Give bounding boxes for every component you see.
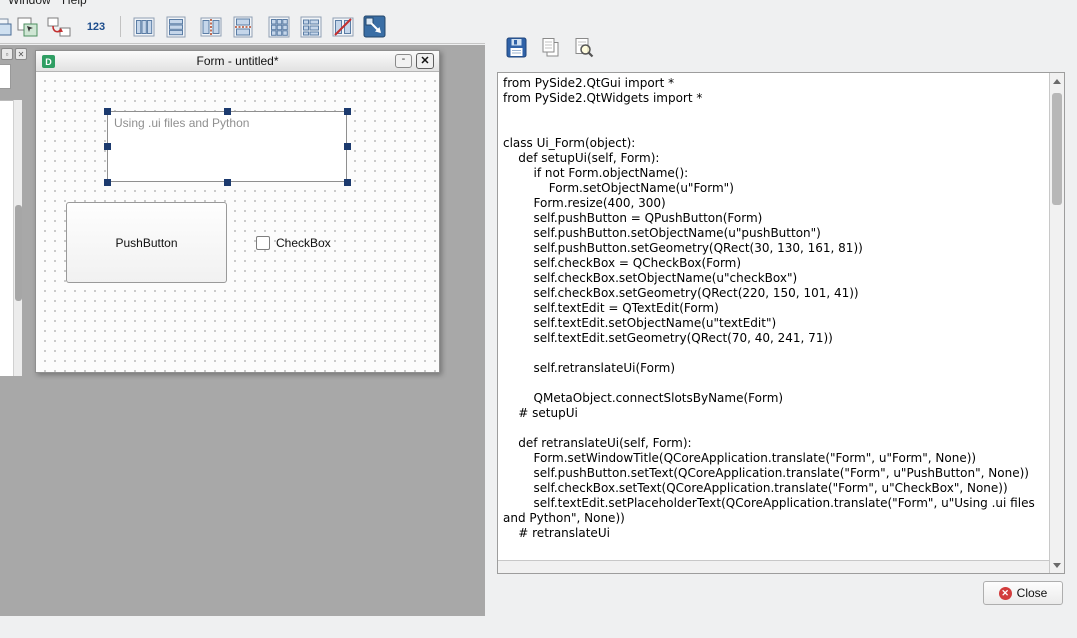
break-layout-icon: [331, 15, 355, 39]
generated-python-code: from PySide2.QtGui import * from PySide2…: [498, 73, 1049, 560]
form-window-title: Form - untitled*: [36, 54, 439, 68]
copy-icon: [539, 36, 562, 59]
layout-horizontally-button[interactable]: [130, 13, 157, 40]
textedit-placeholder: Using .ui files and Python: [108, 112, 346, 134]
copy-code-button[interactable]: [537, 34, 563, 60]
form-window-titlebar[interactable]: D Form - untitled* - ✕: [36, 51, 439, 72]
qt-designer-window: Window Help 123: [0, 0, 1077, 638]
edit-widgets-icon: [16, 15, 40, 39]
selection-handle-middle-right[interactable]: [344, 143, 351, 150]
selection-handle-bottom-middle[interactable]: [224, 179, 231, 186]
close-dialog-button[interactable]: ✕ Close: [983, 581, 1063, 605]
code-horizontal-scrollbar[interactable]: [498, 560, 1049, 573]
code-vertical-scrollbar[interactable]: [1049, 73, 1064, 573]
edit-signals-slots-icon: [46, 15, 72, 39]
layout-vertical-splitter-icon: [231, 15, 255, 39]
dock-close-button[interactable]: ✕: [15, 48, 27, 60]
layout-grid-icon: [267, 15, 291, 39]
break-layout-button[interactable]: [329, 13, 356, 40]
layout-vertically-splitter-button[interactable]: [229, 13, 256, 40]
code-view[interactable]: from PySide2.QtGui import * from PySide2…: [497, 72, 1065, 574]
layout-horizontally-splitter-button[interactable]: [197, 13, 224, 40]
selection-handle-middle-left[interactable]: [104, 143, 111, 150]
close-circle-icon: ✕: [999, 587, 1012, 600]
checkbox-indicator[interactable]: [256, 236, 270, 250]
find-in-code-button[interactable]: [570, 34, 596, 60]
pushbutton-label: PushButton: [115, 236, 177, 250]
edit-tab-order-icon: 123: [87, 21, 105, 33]
toolbar-separator: [120, 16, 121, 37]
textedit-widget[interactable]: Using .ui files and Python: [107, 111, 347, 182]
layout-form-icon: [299, 15, 323, 39]
widgetbox-scrollbar[interactable]: [13, 100, 22, 376]
widgetbox-scrollbar-slider[interactable]: [15, 205, 22, 301]
edit-widgets-partial-button[interactable]: [0, 13, 15, 40]
adjust-size-icon: [362, 14, 387, 39]
form-close-button[interactable]: ✕: [416, 53, 434, 69]
dock-float-button[interactable]: ▫: [1, 48, 13, 60]
selection-handle-top-right[interactable]: [344, 108, 351, 115]
layout-horizontal-icon: [132, 15, 156, 39]
float-icon: ▫: [6, 50, 9, 59]
close-button-label: Close: [1017, 586, 1048, 600]
layout-horizontal-splitter-icon: [199, 15, 223, 39]
form-editor-window: D Form - untitled* - ✕ Using .ui files a…: [35, 50, 440, 373]
adjust-size-button[interactable]: [361, 13, 388, 40]
bottom-panel-strip: <resource root>: [0, 616, 1077, 638]
selection-handle-bottom-left[interactable]: [104, 179, 111, 186]
scrollbar-slider[interactable]: [1052, 93, 1062, 205]
selection-handle-top-left[interactable]: [104, 108, 111, 115]
pushbutton-widget[interactable]: PushButton: [66, 202, 227, 283]
edit-tab-order-button[interactable]: 123: [80, 13, 112, 40]
edit-widgets-button[interactable]: [14, 13, 41, 40]
scrollbar-down-button[interactable]: [1050, 558, 1064, 572]
selection-handle-top-middle[interactable]: [224, 108, 231, 115]
layout-vertical-icon: [164, 15, 188, 39]
close-icon: ✕: [18, 50, 25, 59]
layout-vertically-button[interactable]: [162, 13, 189, 40]
checkbox-label: CheckBox: [276, 236, 331, 250]
form-minimize-button[interactable]: -: [395, 54, 412, 68]
menu-help[interactable]: Help: [62, 0, 87, 7]
menubar: Window Help: [0, 0, 1077, 9]
code-preview-dialog: from PySide2.QtGui import * from PySide2…: [485, 22, 1077, 614]
arrow-up-icon: [1053, 79, 1061, 84]
selection-handle-bottom-right[interactable]: [344, 179, 351, 186]
save-icon: [505, 36, 528, 59]
widgetbox-filter-input[interactable]: [0, 64, 11, 89]
form-canvas[interactable]: Using .ui files and Python PushButton Ch…: [36, 72, 439, 372]
scrollbar-up-button[interactable]: [1050, 74, 1064, 88]
edit-signals-slots-button[interactable]: [45, 13, 72, 40]
layout-form-button[interactable]: [297, 13, 324, 40]
checkbox-widget[interactable]: CheckBox: [256, 222, 357, 263]
edit-widgets-partial-icon: [0, 15, 14, 39]
find-icon: [572, 36, 595, 59]
widgetbox-list[interactable]: [0, 100, 13, 376]
save-code-button[interactable]: [503, 34, 529, 60]
menu-window[interactable]: Window: [8, 0, 51, 7]
layout-grid-button[interactable]: [265, 13, 292, 40]
arrow-down-icon: [1053, 563, 1061, 568]
